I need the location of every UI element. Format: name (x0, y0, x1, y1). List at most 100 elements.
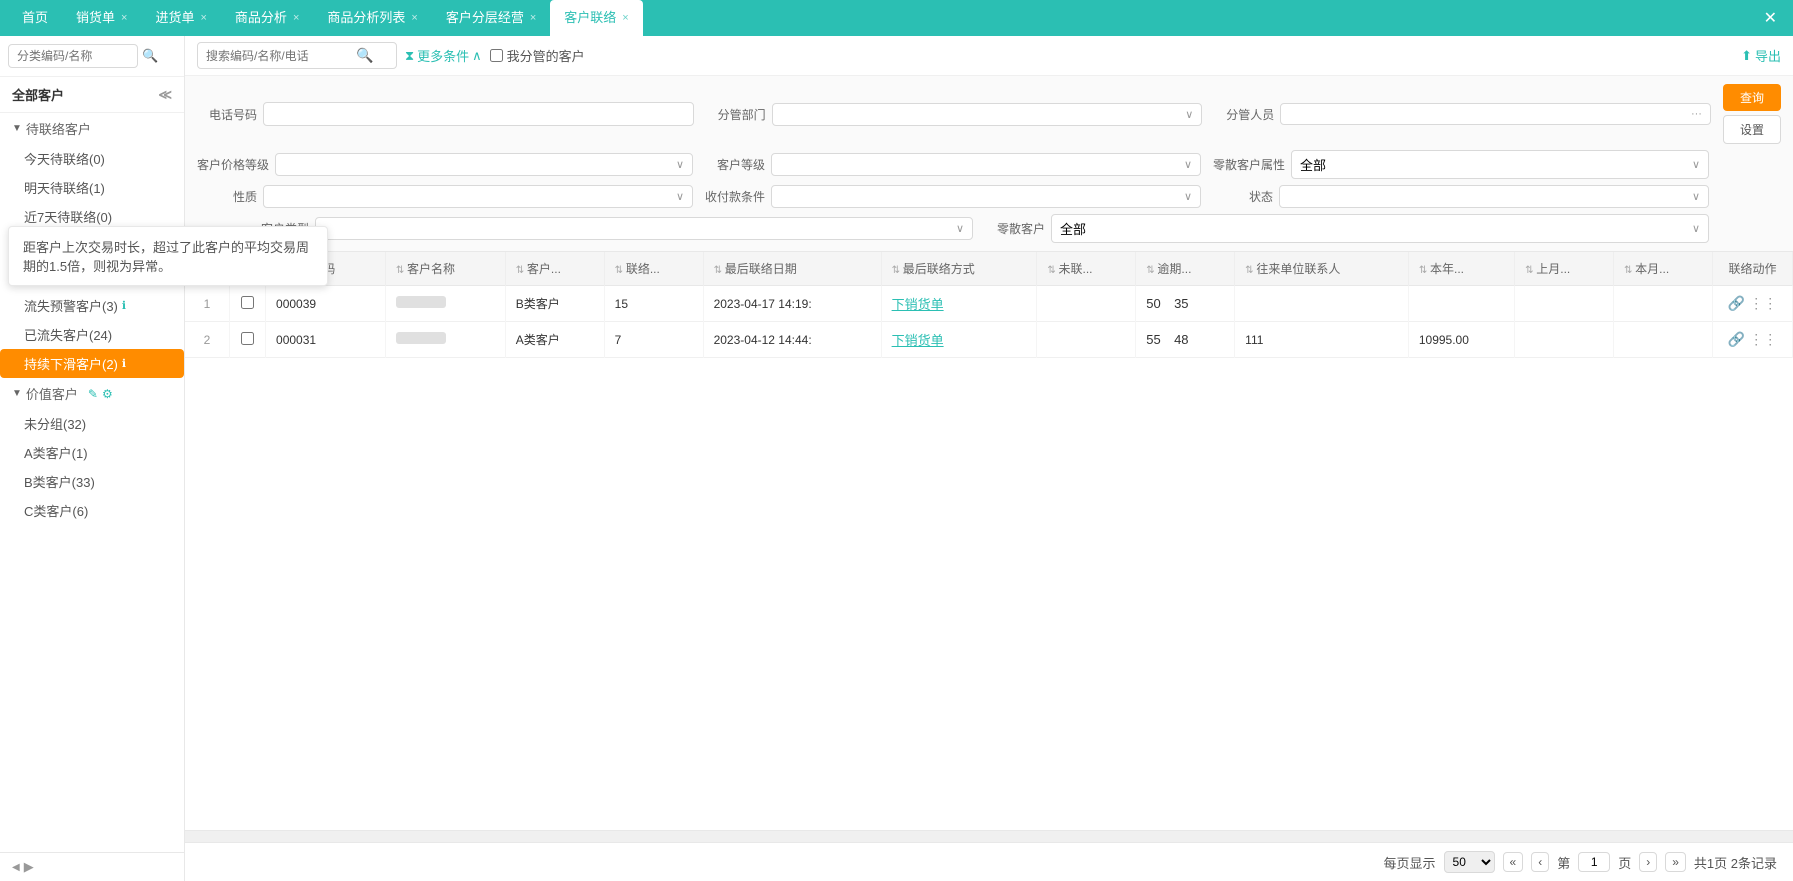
sidebar-group-pending-contact[interactable]: ▼ 待联络客户 (0, 113, 184, 144)
per-page-select[interactable]: 50 100 200 (1444, 851, 1495, 873)
action-more-icon-2[interactable]: ⋮⋮ (1749, 331, 1777, 348)
prev-page-button[interactable]: ‹ (1531, 852, 1549, 872)
sidebar-all-customers-header[interactable]: 全部客户 ≪ (0, 77, 184, 113)
customer-grade-arrow-icon: ∨ (1184, 158, 1192, 171)
close-customer-contact[interactable]: × (622, 0, 628, 36)
action-link-icon-2[interactable]: 🔗 (1728, 331, 1745, 348)
last-page-button[interactable]: » (1665, 852, 1686, 872)
blurred-name-2 (396, 332, 446, 344)
value-customer-edit-icon[interactable]: ✎ (88, 387, 98, 401)
filter-btn-group: 查询 设置 (1723, 84, 1781, 144)
person-select[interactable]: ··· (1280, 103, 1711, 125)
sidebar-group-value-customers[interactable]: ▼ 价值客户 ✎ ⚙ (0, 378, 184, 409)
settings-button[interactable]: 设置 (1723, 115, 1781, 144)
td-num-2: 2 (185, 322, 230, 358)
close-customer-tier[interactable]: × (530, 0, 536, 36)
search-icon[interactable]: 🔍 (356, 47, 373, 64)
nav-customer-tier[interactable]: 客户分层经营 × (432, 0, 550, 36)
td-actions-2: 🔗 ⋮⋮ (1713, 322, 1793, 358)
td-this-year-2: 10995.00 (1408, 322, 1514, 358)
th-name[interactable]: 客户名称 (385, 252, 505, 286)
td-this-month-2 (1613, 322, 1712, 358)
horizontal-scrollbar[interactable] (185, 830, 1793, 842)
last-method-link-1[interactable]: 下销货单 (892, 297, 944, 312)
sidebar-item-declining[interactable]: 持续下滑客户(2) ℹ (0, 349, 184, 378)
th-this-year[interactable]: 本年... (1408, 252, 1514, 286)
more-filters-button[interactable]: ⧗ 更多条件 ∧ (405, 46, 482, 65)
th-overdue[interactable]: 逾期... (1136, 252, 1235, 286)
window-close-button[interactable]: ✕ (1756, 8, 1785, 28)
dept-select[interactable]: ∨ (772, 103, 1203, 126)
close-sales-order[interactable]: × (121, 0, 127, 36)
sidebar-item-unclassified[interactable]: 未分组(32) (0, 409, 184, 438)
retail-attr-arrow-icon: ∨ (1692, 158, 1700, 171)
status-arrow-icon: ∨ (1692, 190, 1700, 203)
close-product-analysis[interactable]: × (293, 0, 299, 36)
value-customer-settings-icon[interactable]: ⚙ (102, 387, 113, 401)
export-button[interactable]: ⬆ 导出 (1741, 46, 1781, 65)
query-button[interactable]: 查询 (1723, 84, 1781, 111)
sidebar-item-class-a[interactable]: A类客户(1) (0, 438, 184, 467)
th-level[interactable]: 客户... (505, 252, 604, 286)
filter-cell-person: 分管人员 ··· (1214, 103, 1711, 125)
last-method-link-2[interactable]: 下销货单 (892, 333, 944, 348)
row1-checkbox[interactable] (241, 296, 254, 309)
sidebar-search-icon[interactable]: 🔍 (142, 48, 158, 64)
customer-type-select[interactable]: ∨ (315, 217, 973, 240)
status-select[interactable]: ∨ (1279, 185, 1709, 208)
dept-label: 分管部门 (706, 106, 766, 123)
sidebar-item-churn-warning[interactable]: 流失预警客户(3) ℹ (0, 291, 184, 320)
td-pending-2 (1037, 322, 1136, 358)
nav-home[interactable]: 首页 (8, 0, 62, 36)
close-purchase-order[interactable]: × (200, 0, 206, 36)
th-pending[interactable]: 未联... (1037, 252, 1136, 286)
filter-cell-retail-customer: 零散客户 全部 ∨ (985, 214, 1709, 243)
sidebar-item-tomorrow-contact[interactable]: 明天待联络(1) (0, 173, 184, 202)
nav-sales-order[interactable]: 销货单 × (62, 0, 141, 36)
retail-attr-select[interactable]: 全部 ∨ (1291, 150, 1709, 179)
table-row: 2 000031 A类客户 7 2023-04-12 14:44: 下销货单 (185, 322, 1793, 358)
nav-product-analysis-list[interactable]: 商品分析列表 × (313, 0, 431, 36)
phone-input[interactable] (263, 102, 694, 126)
th-this-month[interactable]: 本月... (1613, 252, 1712, 286)
phone-label: 电话号码 (197, 106, 257, 123)
td-overdue-2: 55 48 (1136, 322, 1235, 358)
sidebar-search-input[interactable] (8, 44, 138, 68)
retail-customer-arrow-icon: ∨ (1692, 222, 1700, 235)
nav-product-analysis[interactable]: 商品分析 × (221, 0, 313, 36)
sidebar-item-churned[interactable]: 已流失客户(24) (0, 320, 184, 349)
sidebar-expand-icon[interactable]: ≪ (158, 87, 172, 103)
action-link-icon-1[interactable]: 🔗 (1728, 295, 1745, 312)
sidebar-item-class-b[interactable]: B类客户(33) (0, 467, 184, 496)
page-number-input[interactable] (1578, 852, 1610, 872)
payment-select[interactable]: ∨ (771, 185, 1201, 208)
filter-icon: ⧗ (405, 48, 414, 64)
sidebar-bottom-arrow2-icon: ▶ (24, 859, 34, 875)
close-product-analysis-list[interactable]: × (411, 0, 417, 36)
first-page-button[interactable]: « (1503, 852, 1524, 872)
th-contact[interactable]: 联络... (604, 252, 703, 286)
row2-checkbox[interactable] (241, 332, 254, 345)
gender-select[interactable]: ∨ (263, 185, 693, 208)
sidebar: 🔍 全部客户 ≪ ▼ 待联络客户 今天待联络(0) 明天待联络(1) 近7天待联… (0, 36, 185, 881)
th-last-contact-method[interactable]: 最后联络方式 (881, 252, 1037, 286)
sidebar-search-area: 🔍 (0, 36, 184, 77)
my-customers-checkbox[interactable] (490, 49, 503, 62)
td-num-1: 1 (185, 286, 230, 322)
sidebar-bottom-nav[interactable]: ◀ ▶ (0, 852, 184, 881)
retail-customer-select[interactable]: 全部 ∨ (1051, 214, 1709, 243)
payment-label: 收付款条件 (705, 188, 765, 205)
nav-customer-contact[interactable]: 客户联络 × (550, 0, 642, 36)
next-page-button[interactable]: › (1639, 852, 1657, 872)
price-grade-select[interactable]: ∨ (275, 153, 693, 176)
th-last-month[interactable]: 上月... (1515, 252, 1614, 286)
filter-cell-price-grade: 客户价格等级 ∨ (197, 153, 693, 176)
customer-grade-select[interactable]: ∨ (771, 153, 1201, 176)
action-more-icon-1[interactable]: ⋮⋮ (1749, 295, 1777, 312)
sidebar-item-today-contact[interactable]: 今天待联络(0) (0, 144, 184, 173)
nav-purchase-order[interactable]: 进货单 × (141, 0, 220, 36)
search-input[interactable] (206, 49, 356, 63)
sidebar-item-class-c[interactable]: C类客户(6) (0, 496, 184, 525)
th-last-contact-date[interactable]: 最后联络日期 (703, 252, 881, 286)
th-unit-contact[interactable]: 往来单位联系人 (1235, 252, 1409, 286)
